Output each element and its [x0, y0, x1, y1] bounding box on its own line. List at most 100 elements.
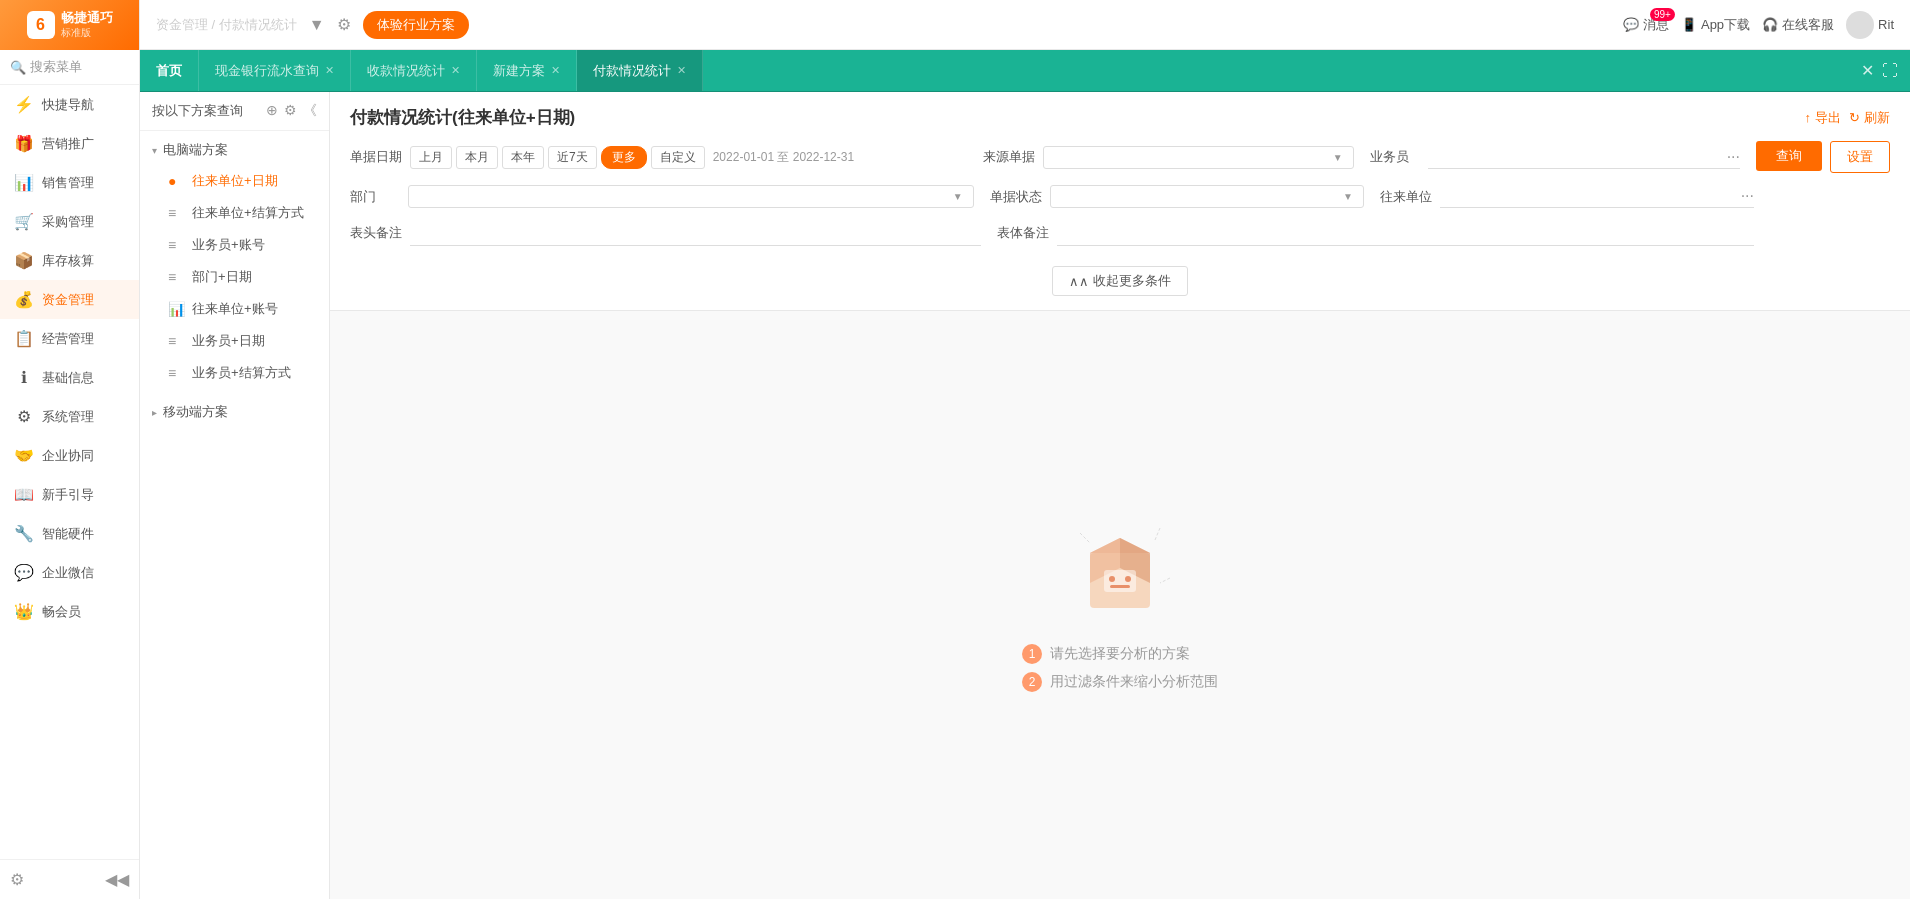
date-field: 单据日期 上月 本月 本年 近7天 更多 自定义 2022-01-01 至 20…	[350, 146, 967, 169]
tab-close-icon[interactable]: ✕	[551, 64, 560, 77]
sidebar-item-operation[interactable]: 📋 经营管理	[0, 319, 139, 358]
sidebar-item-system[interactable]: ⚙ 系统管理	[0, 397, 139, 436]
sidebar-item-wechat[interactable]: 💬 企业微信	[0, 553, 139, 592]
left-panel-header: 按以下方案查询 ⊕ ⚙ 《	[140, 92, 329, 131]
tab-close-icon[interactable]: ✕	[677, 64, 686, 77]
tab-home[interactable]: 首页	[140, 50, 199, 91]
tab-payment[interactable]: 付款情况统计 ✕	[577, 50, 703, 91]
tab-receipt[interactable]: 收款情况统计 ✕	[351, 50, 477, 91]
sidebar-item-finance[interactable]: 💰 资金管理	[0, 280, 139, 319]
tab-cash-bank[interactable]: 现金银行流水查询 ✕	[199, 50, 351, 91]
export-icon: ↑	[1805, 110, 1812, 125]
sidebar-item-quick-nav[interactable]: ⚡ 快捷导航	[0, 85, 139, 124]
date-btn-this-month[interactable]: 本月	[456, 146, 498, 169]
staff-label: 业务员	[1370, 148, 1420, 166]
empty-illustration	[1060, 518, 1180, 632]
scheme-item-staff-settle[interactable]: ≡ 业务员+结算方式	[140, 357, 329, 389]
sidebar-item-sales[interactable]: 📊 销售管理	[0, 163, 139, 202]
filter-rows: 单据日期 上月 本月 本年 近7天 更多 自定义 2022-01-01 至 20…	[350, 141, 1890, 296]
filter-row-3: 表头备注 表体备注	[350, 220, 1890, 246]
head-note-input[interactable]	[410, 220, 981, 246]
sidebar-item-guide[interactable]: 📖 新手引导	[0, 475, 139, 514]
empty-hints: 1 请先选择要分析的方案 2 用过滤条件来缩小分析范围	[1022, 644, 1218, 692]
tab-fullscreen-icon[interactable]: ⛶	[1882, 62, 1898, 80]
scheme-item-partner-date[interactable]: ● 往来单位+日期	[140, 165, 329, 197]
empty-state: 1 请先选择要分析的方案 2 用过滤条件来缩小分析范围	[330, 311, 1910, 899]
sidebar-item-label: 营销推广	[42, 135, 94, 153]
settings-scheme-icon[interactable]: ⚙	[284, 102, 297, 120]
service-button[interactable]: 🎧 在线客服	[1762, 16, 1834, 34]
topbar: 资金管理 / 付款情况统计 ▼ ⚙ 体验行业方案 💬 消息 99+ 📱 App下…	[140, 0, 1910, 50]
svg-point-8	[1109, 576, 1115, 582]
sidebar-item-label: 库存核算	[42, 252, 94, 270]
tab-new-scheme[interactable]: 新建方案 ✕	[477, 50, 577, 91]
tab-label: 收款情况统计	[367, 62, 445, 80]
scheme-item-partner-account[interactable]: 📊 往来单位+账号	[140, 293, 329, 325]
status-arrow: ▼	[1343, 191, 1353, 202]
app-download-button[interactable]: 📱 App下载	[1681, 16, 1750, 34]
dept-select[interactable]: ▼	[408, 185, 974, 208]
sidebar-search[interactable]: 🔍 搜索菜单	[0, 50, 139, 85]
chevron-right-icon: ▸	[152, 407, 157, 418]
enterprise-icon: 🤝	[14, 446, 34, 465]
scheme-group-desktop[interactable]: ▾ 电脑端方案	[140, 135, 329, 165]
svg-point-9	[1125, 576, 1131, 582]
collapse-panel-icon[interactable]: 《	[303, 102, 317, 120]
sidebar-item-purchase[interactable]: 🛒 采购管理	[0, 202, 139, 241]
source-field: 来源单据 ▼	[983, 146, 1353, 169]
settings-footer-icon[interactable]: ⚙	[10, 870, 24, 889]
topbar-settings-icon[interactable]: ⚙	[337, 15, 351, 34]
related-ellipsis[interactable]: ···	[1741, 187, 1754, 205]
finance-icon: 💰	[14, 290, 34, 309]
filter-area: 付款情况统计(往来单位+日期) ↑ 导出 ↻ 刷新	[330, 92, 1910, 311]
hardware-icon: 🔧	[14, 524, 34, 543]
sidebar-item-inventory[interactable]: 📦 库存核算	[0, 241, 139, 280]
scheme-item-staff-account[interactable]: ≡ 业务员+账号	[140, 229, 329, 261]
sidebar-item-hardware[interactable]: 🔧 智能硬件	[0, 514, 139, 553]
scheme-item-label: 业务员+日期	[192, 332, 265, 350]
query-button[interactable]: 查询	[1756, 141, 1822, 171]
collapse-btn[interactable]: ∧∧ 收起更多条件	[1052, 266, 1188, 296]
tab-close-all-icon[interactable]: ✕	[1861, 61, 1874, 80]
sidebar-item-basic[interactable]: ℹ 基础信息	[0, 358, 139, 397]
body-note-input[interactable]	[1057, 220, 1754, 246]
body-note-label: 表体备注	[997, 224, 1049, 242]
trial-button[interactable]: 体验行业方案	[363, 11, 469, 39]
system-icon: ⚙	[14, 407, 34, 426]
hint-text-1: 请先选择要分析的方案	[1050, 645, 1190, 663]
scheme-group-mobile[interactable]: ▸ 移动端方案	[140, 397, 329, 427]
date-btn-custom[interactable]: 自定义	[651, 146, 705, 169]
status-select[interactable]: ▼	[1050, 185, 1364, 208]
desktop-scheme-group: ▾ 电脑端方案 ● 往来单位+日期 ≡ 往来单位+结算方式 ≡ 业务员+账号 ≡	[140, 131, 329, 393]
source-select[interactable]: ▼	[1043, 146, 1353, 169]
topbar-dropdown[interactable]: ▼	[309, 16, 325, 34]
scheme-item-partner-settle[interactable]: ≡ 往来单位+结算方式	[140, 197, 329, 229]
user-menu[interactable]: Rit	[1846, 11, 1894, 39]
empty-hint-1: 1 请先选择要分析的方案	[1022, 644, 1218, 664]
export-button[interactable]: ↑ 导出	[1805, 109, 1842, 127]
collapse-sidebar-icon[interactable]: ◀◀	[105, 870, 129, 889]
sidebar-footer: ⚙ ◀◀	[0, 859, 139, 899]
related-label: 往来单位	[1380, 188, 1432, 206]
sidebar-item-marketing[interactable]: 🎁 营销推广	[0, 124, 139, 163]
add-scheme-icon[interactable]: ⊕	[266, 102, 278, 120]
scheme-item-staff-date[interactable]: ≡ 业务员+日期	[140, 325, 329, 357]
sidebar-item-vip[interactable]: 👑 畅会员	[0, 592, 139, 631]
refresh-button[interactable]: ↻ 刷新	[1849, 109, 1890, 127]
tab-close-icon[interactable]: ✕	[451, 64, 460, 77]
app-label: App下载	[1701, 16, 1750, 34]
related-field: 往来单位 ···	[1380, 185, 1754, 208]
date-btn-last-month[interactable]: 上月	[410, 146, 452, 169]
sidebar-item-label: 企业协同	[42, 447, 94, 465]
staff-ellipsis[interactable]: ···	[1727, 148, 1740, 166]
date-btn-this-year[interactable]: 本年	[502, 146, 544, 169]
msg-button[interactable]: 💬 消息 99+	[1623, 16, 1669, 34]
date-btn-more[interactable]: 更多	[601, 146, 647, 169]
tab-close-icon[interactable]: ✕	[325, 64, 334, 77]
sidebar-item-enterprise[interactable]: 🤝 企业协同	[0, 436, 139, 475]
main-area: 资金管理 / 付款情况统计 ▼ ⚙ 体验行业方案 💬 消息 99+ 📱 App下…	[140, 0, 1910, 899]
scheme-group-label: 移动端方案	[163, 403, 228, 421]
settings-button[interactable]: 设置	[1830, 141, 1890, 173]
scheme-item-dept-date[interactable]: ≡ 部门+日期	[140, 261, 329, 293]
date-btn-7days[interactable]: 近7天	[548, 146, 597, 169]
